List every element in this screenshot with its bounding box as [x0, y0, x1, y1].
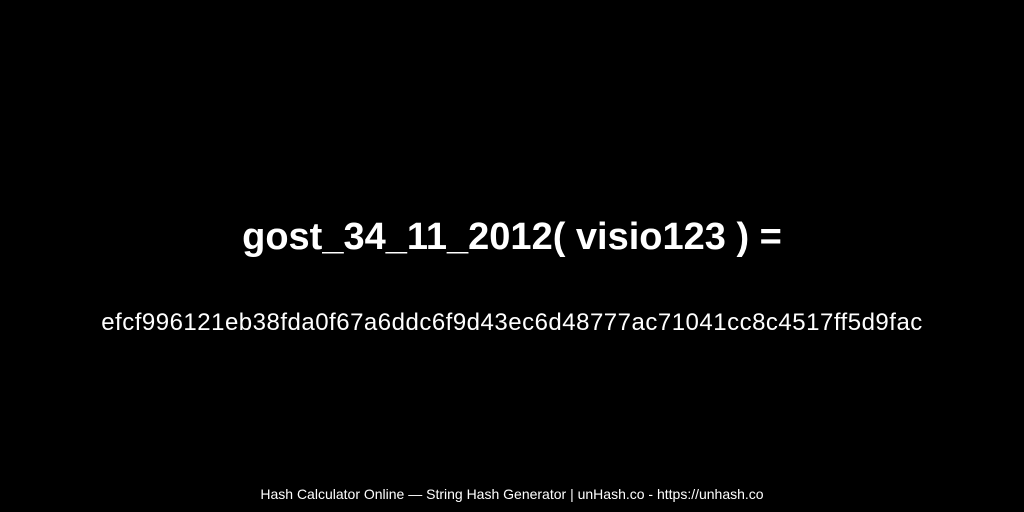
hash-expression: gost_34_11_2012( visio123 ) = — [242, 216, 782, 259]
hash-output: efcf996121eb38fda0f67a6ddc6f9d43ec6d4877… — [101, 309, 923, 337]
footer-attribution: Hash Calculator Online — String Hash Gen… — [0, 486, 1024, 502]
main-content: gost_34_11_2012( visio123 ) = efcf996121… — [0, 0, 1024, 512]
